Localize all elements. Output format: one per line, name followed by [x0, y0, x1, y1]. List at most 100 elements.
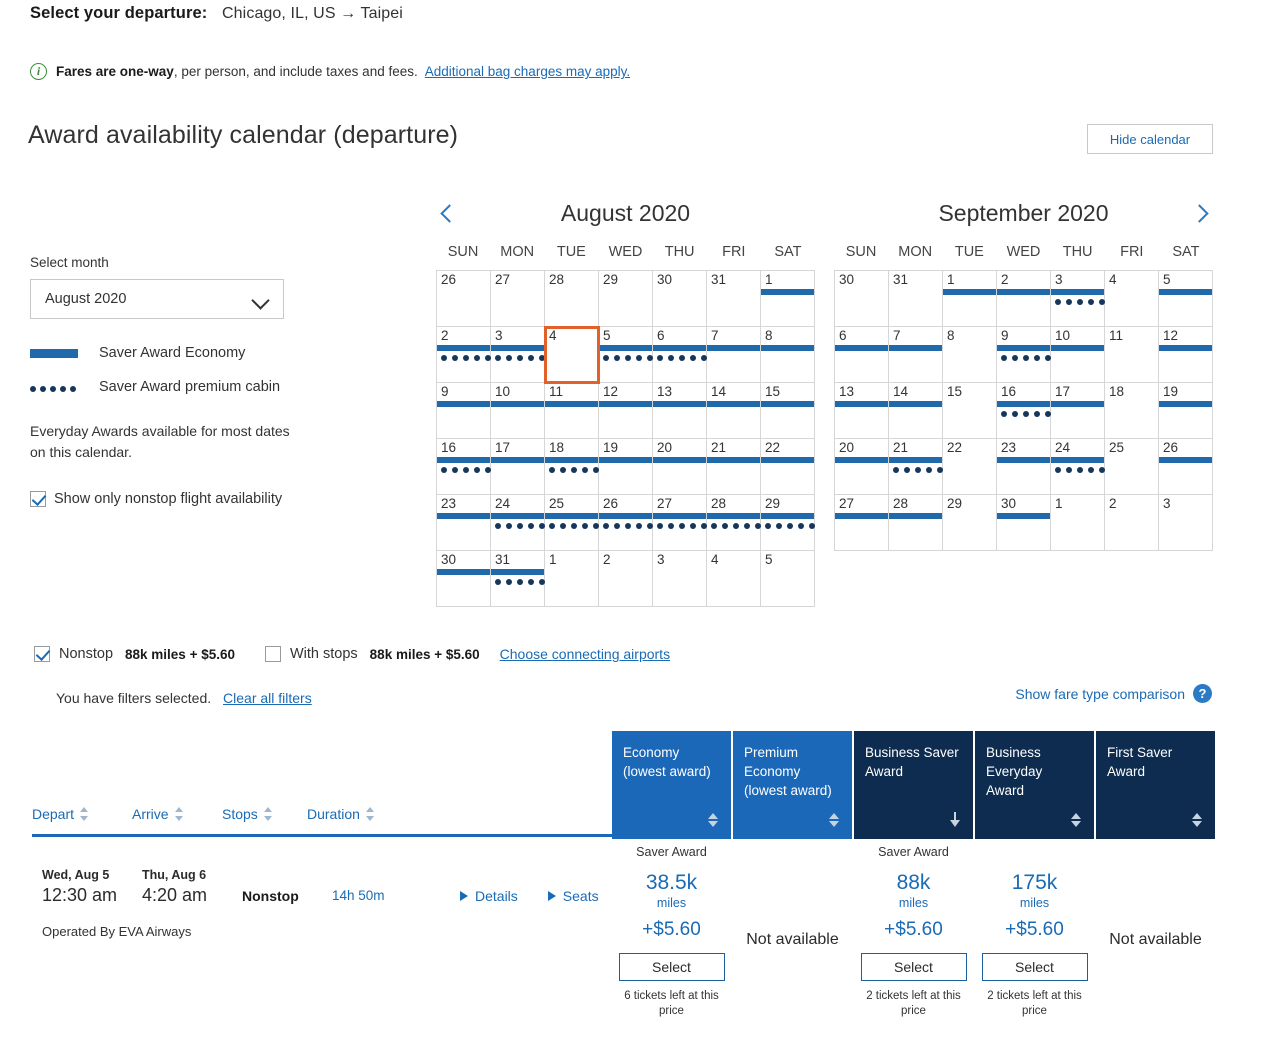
calendar-day[interactable]: 2	[997, 271, 1051, 327]
calendar-day[interactable]: 11	[1105, 327, 1159, 383]
calendar-day[interactable]: 2	[1105, 495, 1159, 551]
sort-icon[interactable]	[1071, 812, 1081, 828]
calendar-day[interactable]: 28	[889, 495, 943, 551]
nonstop-checkbox[interactable]	[34, 646, 50, 662]
bag-charges-link[interactable]: Additional bag charges may apply.	[425, 64, 630, 79]
calendar-day[interactable]: 5	[599, 327, 653, 383]
calendar-day[interactable]: 22	[943, 439, 997, 495]
calendar-day[interactable]: 3	[1159, 495, 1213, 551]
calendar-day[interactable]: 30	[653, 271, 707, 327]
calendar-day[interactable]: 7	[707, 327, 761, 383]
calendar-day[interactable]: 5	[761, 551, 815, 607]
calendar-day[interactable]: 31	[491, 551, 545, 607]
calendar-day[interactable]: 1	[1051, 495, 1105, 551]
calendar-day[interactable]: 9	[997, 327, 1051, 383]
calendar-day-selected[interactable]: 4	[544, 326, 600, 384]
sort-desc-icon[interactable]	[950, 812, 960, 828]
calendar-day[interactable]: 3	[1051, 271, 1105, 327]
calendar-day[interactable]: 5	[1159, 271, 1213, 327]
calendar-day[interactable]: 30	[437, 551, 491, 607]
calendar-day[interactable]: 1	[761, 271, 815, 327]
calendar-day[interactable]: 29	[599, 271, 653, 327]
calendar-day[interactable]: 16	[997, 383, 1051, 439]
with-stops-checkbox[interactable]	[264, 646, 281, 662]
calendar-day[interactable]: 20	[835, 439, 889, 495]
column-header-stops[interactable]: Stops	[222, 806, 307, 822]
calendar-day[interactable]: 10	[491, 383, 545, 439]
calendar-day[interactable]: 13	[835, 383, 889, 439]
calendar-day[interactable]: 2	[599, 551, 653, 607]
calendar-day[interactable]: 22	[761, 439, 815, 495]
calendar-day[interactable]: 3	[653, 551, 707, 607]
calendar-day[interactable]: 3	[491, 327, 545, 383]
calendar-day[interactable]: 13	[653, 383, 707, 439]
calendar-day[interactable]: 26	[1159, 439, 1213, 495]
calendar-day[interactable]: 18	[1105, 383, 1159, 439]
calendar-day[interactable]: 23	[437, 495, 491, 551]
calendar-day[interactable]: 26	[437, 271, 491, 327]
chevron-left-icon[interactable]	[435, 200, 461, 226]
calendar-day[interactable]: 27	[491, 271, 545, 327]
calendar-day[interactable]: 20	[653, 439, 707, 495]
calendar-day[interactable]: 29	[761, 495, 815, 551]
sort-icon[interactable]	[829, 812, 839, 828]
fare-column-header[interactable]: First Saver Award	[1096, 731, 1215, 839]
fare-column-header[interactable]: Premium Economy (lowest award)	[733, 731, 852, 839]
calendar-day[interactable]: 24	[1051, 439, 1105, 495]
select-fare-button[interactable]: Select	[618, 953, 725, 981]
calendar-day[interactable]: 31	[889, 271, 943, 327]
fare-column-header[interactable]: Business Everyday Award	[975, 731, 1094, 839]
calendar-day[interactable]: 1	[943, 271, 997, 327]
calendar-day[interactable]: 10	[1051, 327, 1105, 383]
calendar-day[interactable]: 30	[835, 271, 889, 327]
calendar-day[interactable]: 18	[545, 439, 599, 495]
calendar-day[interactable]: 15	[943, 383, 997, 439]
show-nonstop-only-checkbox[interactable]	[30, 491, 46, 507]
calendar-day[interactable]: 31	[707, 271, 761, 327]
choose-connecting-airports-link[interactable]: Choose connecting airports	[500, 646, 670, 662]
calendar-day[interactable]: 15	[761, 383, 815, 439]
clear-all-filters-link[interactable]: Clear all filters	[223, 690, 312, 706]
calendar-day[interactable]: 2	[437, 327, 491, 383]
column-header-duration[interactable]: Duration	[307, 806, 375, 822]
filter-nonstop[interactable]: Nonstop 88k miles + $5.60	[34, 646, 235, 662]
details-toggle[interactable]: Details	[460, 868, 518, 904]
sort-icon[interactable]	[1192, 812, 1202, 828]
calendar-day[interactable]: 12	[1159, 327, 1213, 383]
calendar-day[interactable]: 17	[491, 439, 545, 495]
select-fare-button[interactable]: Select	[981, 953, 1088, 981]
calendar-day[interactable]: 25	[1105, 439, 1159, 495]
duration-cell[interactable]: 14h 50m	[332, 868, 460, 903]
calendar-day[interactable]: 28	[545, 271, 599, 327]
calendar-day[interactable]: 19	[599, 439, 653, 495]
calendar-day[interactable]: 1	[545, 551, 599, 607]
select-fare-button[interactable]: Select	[860, 953, 967, 981]
calendar-day[interactable]: 28	[707, 495, 761, 551]
seats-toggle[interactable]: Seats	[547, 868, 599, 904]
calendar-day[interactable]: 11	[545, 383, 599, 439]
calendar-day[interactable]: 12	[599, 383, 653, 439]
calendar-day[interactable]: 6	[653, 327, 707, 383]
chevron-right-icon[interactable]	[1188, 200, 1214, 226]
fare-column-header[interactable]: Economy (lowest award)	[612, 731, 731, 839]
hide-calendar-button[interactable]: Hide calendar	[1087, 124, 1213, 154]
calendar-day[interactable]: 21	[889, 439, 943, 495]
calendar-day[interactable]: 8	[943, 327, 997, 383]
fare-column-header[interactable]: Business Saver Award	[854, 731, 973, 839]
calendar-day[interactable]: 19	[1159, 383, 1213, 439]
calendar-day[interactable]: 17	[1051, 383, 1105, 439]
calendar-day[interactable]: 7	[889, 327, 943, 383]
show-nonstop-only-row[interactable]: Show only nonstop flight availability	[30, 491, 330, 507]
calendar-day[interactable]: 29	[943, 495, 997, 551]
calendar-day[interactable]: 9	[437, 383, 491, 439]
calendar-day[interactable]: 27	[653, 495, 707, 551]
calendar-day[interactable]: 23	[997, 439, 1051, 495]
calendar-day[interactable]: 27	[835, 495, 889, 551]
calendar-day[interactable]: 8	[761, 327, 815, 383]
calendar-day[interactable]: 16	[437, 439, 491, 495]
calendar-day[interactable]: 24	[491, 495, 545, 551]
calendar-day[interactable]: 30	[997, 495, 1051, 551]
month-select[interactable]: August 2020	[30, 279, 284, 319]
show-fare-type-comparison[interactable]: Show fare type comparison ?	[1015, 684, 1212, 703]
calendar-day[interactable]: 4	[707, 551, 761, 607]
